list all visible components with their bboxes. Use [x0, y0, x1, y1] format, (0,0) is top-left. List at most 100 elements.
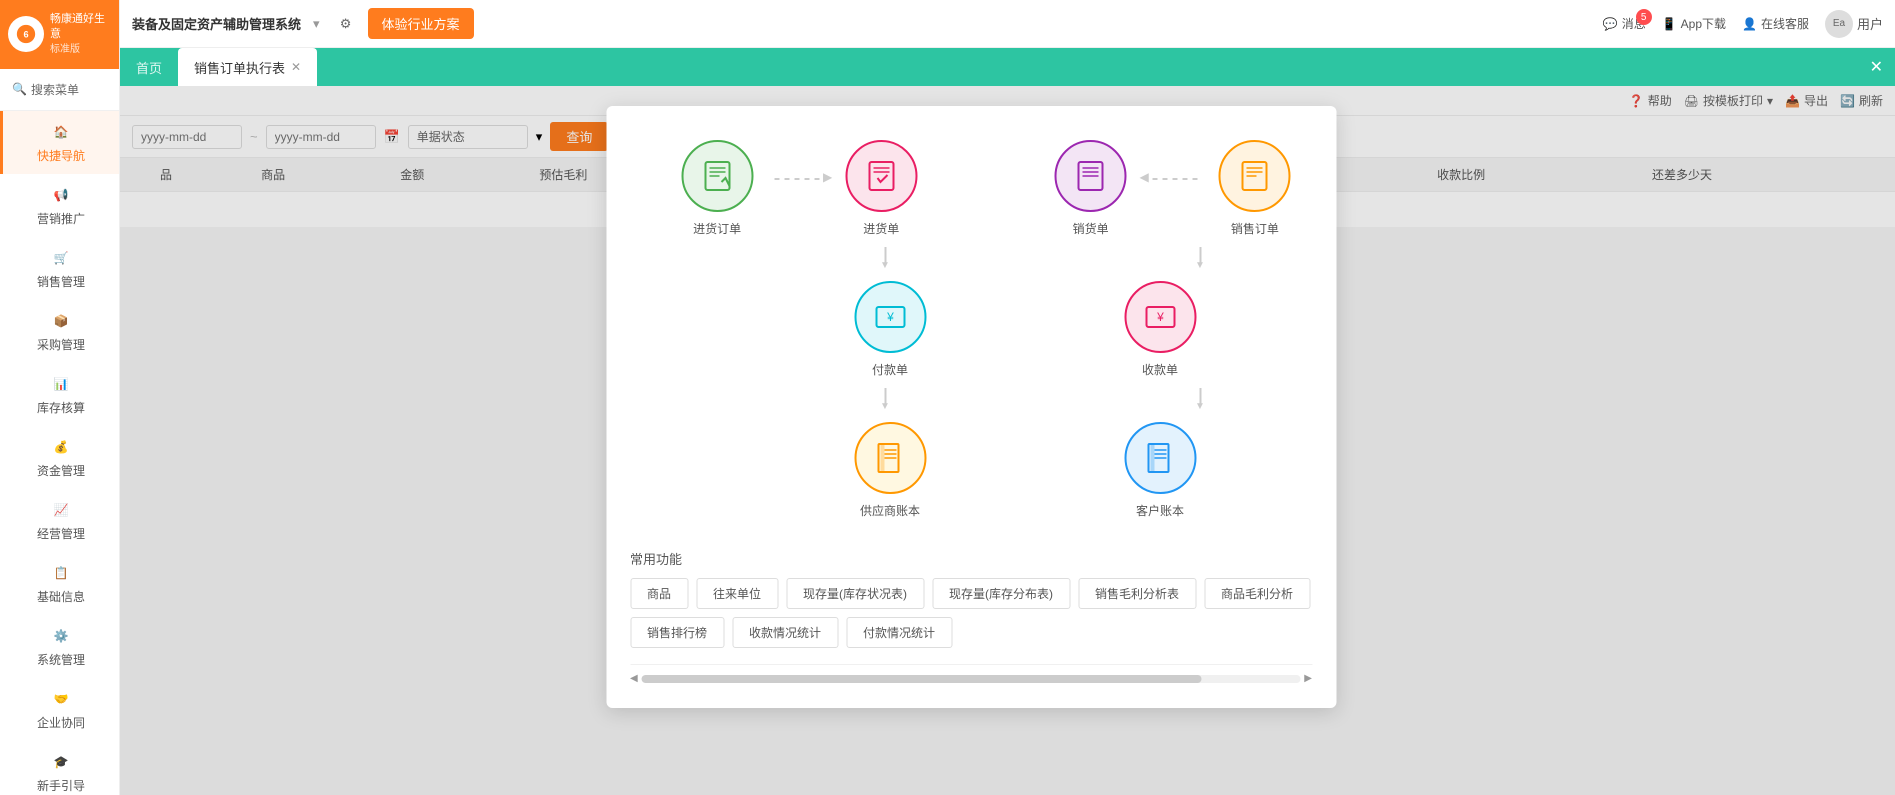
user-menu[interactable]: Ea 用户 [1825, 10, 1883, 38]
common-functions-section: 常用功能 商品 往来单位 现存量(库存状况表) 现存量(库存分布表) 销售毛利分… [630, 539, 1312, 648]
download-icon: 📱 [1662, 17, 1677, 31]
message-badge: 5 [1636, 9, 1652, 25]
enterprise-icon: 🤝 [50, 688, 72, 710]
inventory-icon: 📊 [50, 373, 72, 395]
flow-item-customer-ledger[interactable]: 客户账本 [1100, 422, 1220, 519]
flow-item-sale-receipt[interactable]: 销货单 [1034, 140, 1148, 237]
svg-text:¥: ¥ [1156, 310, 1164, 324]
purchase-receipt-label: 进货单 [863, 220, 899, 237]
logo-icon: 6 [8, 16, 44, 52]
sidebar-item-system[interactable]: ⚙️ 系统管理 [0, 615, 119, 678]
svg-text:6: 6 [23, 30, 28, 40]
sidebar-item-newbie[interactable]: 🎓 新手引导 [0, 741, 119, 795]
scroll-thumb [642, 675, 1202, 683]
supplier-ledger-circle [854, 422, 926, 494]
sidebar-item-basic[interactable]: 📋 基础信息 [0, 552, 119, 615]
func-btn-sales-ranking[interactable]: 销售排行榜 [630, 617, 724, 648]
system-dropdown-icon[interactable]: ▾ [309, 16, 324, 32]
operations-icon: 📈 [50, 499, 72, 521]
sidebar-item-purchase[interactable]: 📦 采购管理 [0, 300, 119, 363]
flow-item-purchase-order[interactable]: 进货订单 [660, 140, 774, 237]
modal-scrollbar: ◀ ▶ [630, 664, 1312, 684]
newbie-icon: 🎓 [50, 751, 72, 773]
quick-nav-icon: 🏠 [50, 121, 72, 143]
arrow-purchase-order-to-receipt [774, 178, 824, 200]
sales-icon: 🛒 [50, 247, 72, 269]
topbar: 装备及固定资产辅助管理系统 ▾ ⚙ 体验行业方案 💬 消息 5 📱 App下载 … [120, 0, 1895, 48]
trial-button[interactable]: 体验行业方案 [368, 8, 474, 39]
avatar: Ea [1825, 10, 1853, 38]
sidebar-item-marketing[interactable]: 📢 营销推广 [0, 174, 119, 237]
purchase-order-circle [681, 140, 753, 212]
func-btn-payment-stats[interactable]: 付款情况统计 [846, 617, 952, 648]
receipt-circle: ¥ [1124, 281, 1196, 353]
system-icon: ⚙️ [50, 625, 72, 647]
func-btn-stock-status[interactable]: 现存量(库存状况表) [786, 578, 924, 609]
common-functions-grid-2: 销售排行榜 收款情况统计 付款情况统计 [630, 617, 1312, 648]
arrow-sale-order-to-receipt [1148, 178, 1198, 200]
sidebar-item-enterprise[interactable]: 🤝 企业协同 [0, 678, 119, 741]
tab-home[interactable]: 首页 [120, 48, 178, 86]
message-icon: 💬 [1603, 17, 1618, 31]
search-icon: 🔍 [12, 82, 27, 96]
logo-text: 畅康通好生意 标准版 [50, 12, 111, 57]
finance-icon: 💰 [50, 436, 72, 458]
system-name: 装备及固定资产辅助管理系统 [132, 14, 301, 33]
func-btn-partner[interactable]: 往来单位 [696, 578, 778, 609]
service-icon: 👤 [1742, 17, 1757, 31]
flow-item-supplier-ledger[interactable]: 供应商账本 [830, 422, 950, 519]
sidebar-logo: 6 畅康通好生意 标准版 [0, 0, 119, 69]
func-btn-stock-dist[interactable]: 现存量(库存分布表) [932, 578, 1070, 609]
sale-receipt-label: 销货单 [1073, 220, 1109, 237]
receipt-label: 收款单 [1142, 361, 1178, 378]
svg-text:¥: ¥ [886, 310, 894, 324]
tabbar: 首页 销售订单执行表 ✕ ✕ [120, 48, 1895, 86]
basic-icon: 📋 [50, 562, 72, 584]
settings-button[interactable]: ⚙ [332, 10, 360, 38]
message-button[interactable]: 💬 消息 5 [1603, 15, 1646, 32]
quick-nav-modal: 进货订单 [606, 106, 1336, 708]
flow-item-purchase-receipt[interactable]: 进货单 [824, 140, 938, 237]
flow-item-payment-voucher[interactable]: ¥ 付款单 [830, 281, 950, 378]
sale-order-label: 销售订单 [1231, 220, 1279, 237]
topbar-actions: 💬 消息 5 📱 App下载 👤 在线客服 Ea 用户 [1603, 10, 1883, 38]
flow-diagram: 进货订单 [630, 130, 1312, 539]
scroll-right-arrow[interactable]: ▶ [1304, 673, 1312, 684]
sidebar: 6 畅康通好生意 标准版 🔍 搜索菜单 🏠 快捷导航 📢 营销推广 [0, 0, 120, 795]
main-area: 装备及固定资产辅助管理系统 ▾ ⚙ 体验行业方案 💬 消息 5 📱 App下载 … [120, 0, 1895, 795]
payment-circle: ¥ [854, 281, 926, 353]
payment-label: 付款单 [872, 361, 908, 378]
sidebar-item-quick-nav[interactable]: 🏠 快捷导航 [0, 111, 119, 174]
tab-close-icon[interactable]: ✕ [291, 60, 301, 74]
purchase-order-label: 进货订单 [693, 220, 741, 237]
func-btn-product-gross[interactable]: 商品毛利分析 [1204, 578, 1310, 609]
sale-order-circle [1219, 140, 1291, 212]
marketing-icon: 📢 [50, 184, 72, 206]
func-btn-sales-gross-analysis[interactable]: 销售毛利分析表 [1078, 578, 1196, 609]
func-btn-receipt-stats[interactable]: 收款情况统计 [732, 617, 838, 648]
sidebar-item-finance[interactable]: 💰 资金管理 [0, 426, 119, 489]
flow-item-sale-order[interactable]: 销售订单 [1198, 140, 1312, 237]
purchase-icon: 📦 [50, 310, 72, 332]
sale-receipt-circle [1055, 140, 1127, 212]
app-download-button[interactable]: 📱 App下载 [1662, 15, 1726, 32]
supplier-ledger-label: 供应商账本 [860, 502, 920, 519]
common-functions-title: 常用功能 [630, 549, 1312, 568]
window-close-icon[interactable]: ✕ [1858, 57, 1895, 77]
content-area: ❓ 帮助 🖨 按模板打印 ▾ 📤 导出 🔄 刷新 [120, 86, 1895, 795]
customer-ledger-label: 客户账本 [1136, 502, 1184, 519]
scroll-track [642, 675, 1301, 683]
sidebar-nav: 🏠 快捷导航 📢 营销推广 🛒 销售管理 📦 采购管理 📊 库存核算 💰 [0, 111, 119, 795]
online-service-button[interactable]: 👤 在线客服 [1742, 15, 1809, 32]
sidebar-item-inventory[interactable]: 📊 库存核算 [0, 363, 119, 426]
customer-ledger-circle [1124, 422, 1196, 494]
sidebar-item-operations[interactable]: 📈 经营管理 [0, 489, 119, 552]
purchase-receipt-circle [845, 140, 917, 212]
func-btn-product[interactable]: 商品 [630, 578, 688, 609]
flow-item-receipt-voucher[interactable]: ¥ 收款单 [1100, 281, 1220, 378]
sidebar-search-area: 🔍 搜索菜单 [0, 69, 119, 111]
tab-sales-order[interactable]: 销售订单执行表 ✕ [178, 48, 317, 86]
scroll-left-arrow[interactable]: ◀ [630, 673, 638, 684]
search-menu-button[interactable]: 🔍 搜索菜单 [8, 77, 111, 102]
sidebar-item-sales[interactable]: 🛒 销售管理 [0, 237, 119, 300]
